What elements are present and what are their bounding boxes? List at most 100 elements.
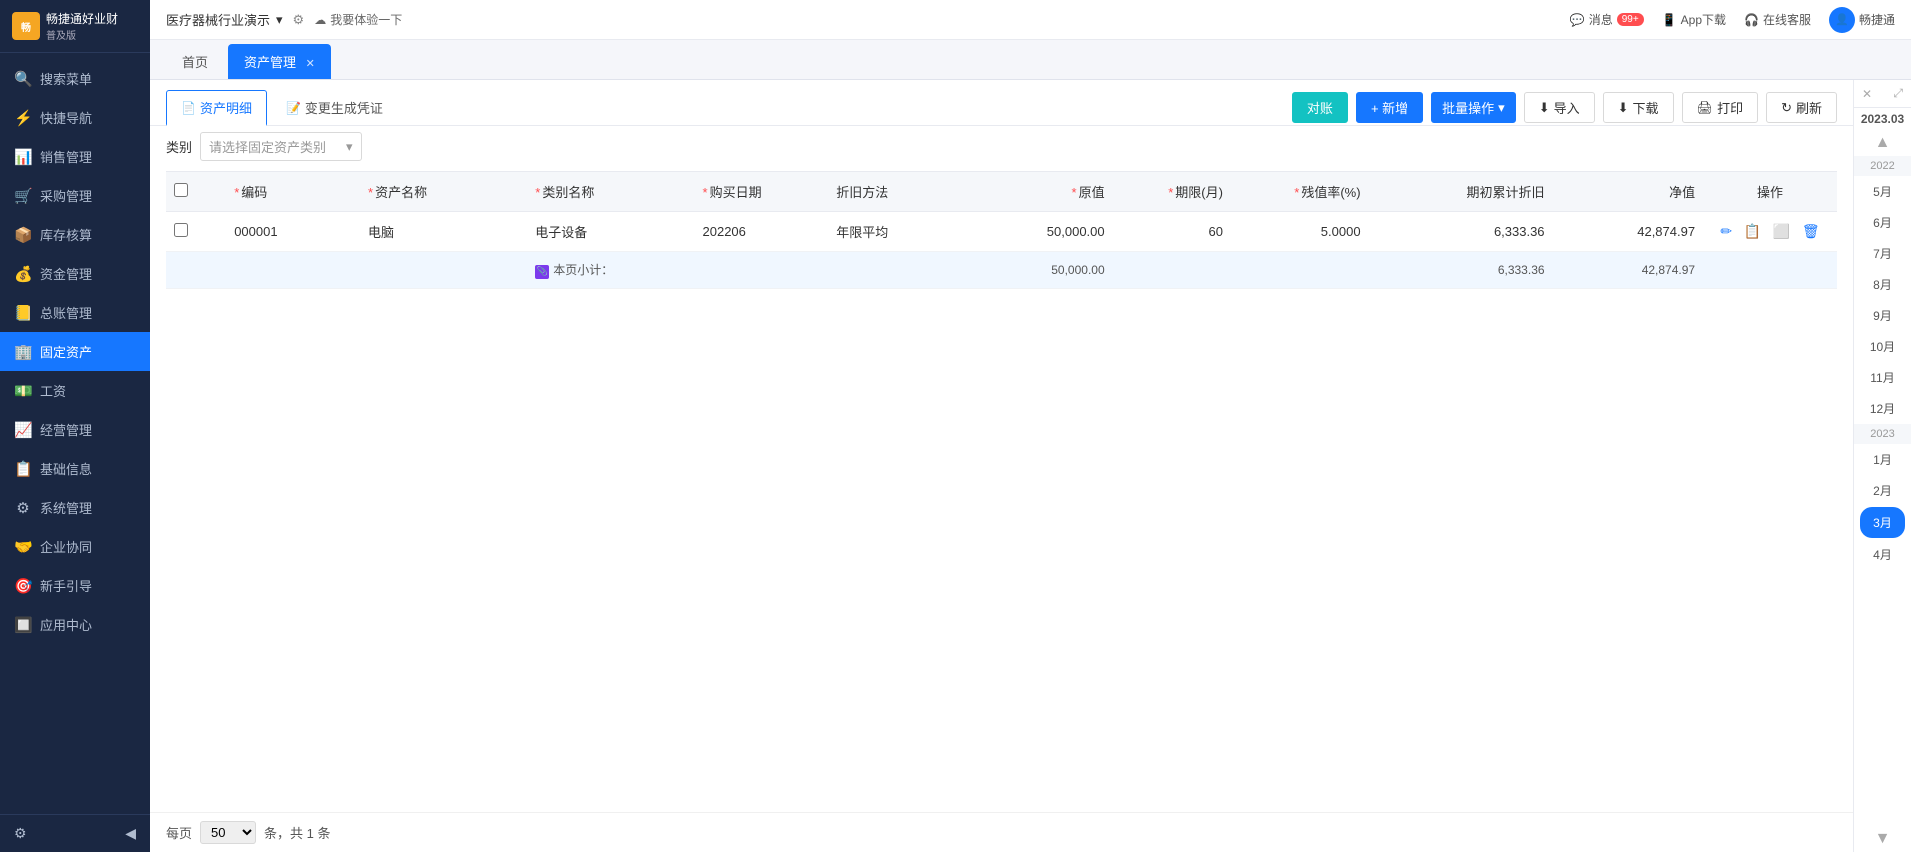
sidebar-label-inventory: 库存核算 bbox=[40, 225, 92, 244]
select-all-checkbox[interactable] bbox=[174, 183, 188, 197]
sidebar-item-enterprise[interactable]: 🤝企业协同 bbox=[0, 527, 150, 566]
sidebar-icon-ledger: 📒 bbox=[14, 304, 32, 322]
sidebar-icon-app-center: 🔲 bbox=[14, 616, 32, 634]
user-area[interactable]: 👤 畅捷通 bbox=[1829, 7, 1895, 33]
rp-month-2022-6月[interactable]: 6月 bbox=[1854, 207, 1911, 238]
company-name: 医疗器械行业演示 bbox=[166, 10, 270, 29]
message-btn[interactable]: 💬 消息 99+ bbox=[1570, 11, 1644, 28]
cell-netval-0: 42,874.97 bbox=[1553, 212, 1704, 252]
new-button[interactable]: + 新增 bbox=[1356, 92, 1423, 123]
sidebar: 畅 畅捷通好业财 普及版 🔍搜索菜单 ⚡ 快捷导航 📊销售管理🛒采购管理 📦 库存核算 💰资… bbox=[0, 0, 150, 852]
asset-table: *编码 *资产名称 *类别名称 *购买日期 折旧方法 *原值 *期限(月) *残… bbox=[166, 171, 1837, 289]
tab-asset-mgmt[interactable]: 资产管理 ✕ bbox=[228, 44, 331, 79]
subtab-asset-detail[interactable]: 📄 资产明细 bbox=[166, 90, 267, 126]
subtotal-icon: 📎 bbox=[535, 265, 549, 279]
sidebar-label-quick-nav: 快捷导航 bbox=[40, 108, 92, 127]
cell-method-0: 年限平均 bbox=[828, 212, 962, 252]
subtab-asset-detail-label: 资产明细 bbox=[200, 98, 252, 117]
sidebar-label-funds: 资金管理 bbox=[40, 264, 92, 283]
reconcile-button[interactable]: 对账 bbox=[1292, 92, 1348, 123]
rp-month-2022-10月[interactable]: 10月 bbox=[1854, 331, 1911, 362]
sidebar-icon-quick-nav: ⚡ bbox=[14, 109, 32, 127]
sidebar-item-search[interactable]: 🔍搜索菜单 bbox=[0, 59, 150, 98]
rp-month-2022-9月[interactable]: 9月 bbox=[1854, 300, 1911, 331]
th-method: 折旧方法 bbox=[828, 172, 962, 212]
rp-month-2022-5月[interactable]: 5月 bbox=[1854, 176, 1911, 207]
batch-dropdown-icon: ▾ bbox=[1498, 100, 1505, 116]
sidebar-item-basic-info[interactable]: 📋基础信息 bbox=[0, 449, 150, 488]
cell-op-0: ✏ 📋 ⬜ 🗑 bbox=[1703, 212, 1837, 252]
print-button[interactable]: 🖨 打印 bbox=[1682, 92, 1759, 123]
logo: 畅 畅捷通好业财 普及版 bbox=[0, 0, 150, 53]
rp-month-2022-8月[interactable]: 8月 bbox=[1854, 269, 1911, 300]
row-checkbox-0[interactable] bbox=[174, 223, 188, 237]
sidebar-item-sales[interactable]: 📊销售管理 bbox=[0, 137, 150, 176]
rp-month-2023-1月[interactable]: 1月 bbox=[1854, 444, 1911, 475]
sidebar-item-ledger[interactable]: 📒 总账管理 bbox=[0, 293, 150, 332]
online-service-label: 在线客服 bbox=[1763, 11, 1811, 28]
tab-close-icon[interactable]: ✕ bbox=[306, 58, 315, 70]
online-service-btn[interactable]: 🎧 在线客服 bbox=[1744, 11, 1811, 28]
per-page-select[interactable]: 50 10 20 100 bbox=[200, 821, 256, 844]
sidebar-item-app-center[interactable]: 🔲应用中心 bbox=[0, 605, 150, 644]
sidebar-item-guide[interactable]: 🎯新手引导 bbox=[0, 566, 150, 605]
sidebar-item-payroll[interactable]: 💵工资 bbox=[0, 371, 150, 410]
rp-month-2023-4月[interactable]: 4月 bbox=[1854, 539, 1911, 570]
delete-btn-0[interactable]: 🗑 bbox=[1798, 221, 1824, 242]
settings-gear-icon[interactable]: ⚙ bbox=[293, 12, 305, 28]
download-button[interactable]: ⬇ 下载 bbox=[1603, 92, 1674, 123]
sidebar-item-purchase[interactable]: 🛒采购管理 bbox=[0, 176, 150, 215]
topbar-right: 💬 消息 99+ 📱 App下载 🎧 在线客服 👤 畅捷通 bbox=[1570, 7, 1895, 33]
sidebar-item-funds[interactable]: 💰资金管理 bbox=[0, 254, 150, 293]
tab-home[interactable]: 首页 bbox=[166, 44, 224, 79]
subtab-change-voucher[interactable]: 📝 变更生成凭证 bbox=[271, 90, 398, 125]
print-icon: 🖨 bbox=[1697, 100, 1714, 116]
collapse-icon[interactable]: ◀ bbox=[125, 825, 136, 842]
sidebar-icon-inventory: 📦 bbox=[14, 226, 32, 244]
rp-scroll-down[interactable]: ▼ bbox=[1854, 826, 1911, 852]
rp-month-2023-2月[interactable]: 2月 bbox=[1854, 475, 1911, 506]
tab-home-label: 首页 bbox=[182, 55, 208, 70]
category-select[interactable]: 请选择固定资产类别 ▾ bbox=[200, 132, 362, 161]
right-panel: ✕ ⤢ 2023.03 ▲ 20225月6月7月8月9月10月11月12月202… bbox=[1853, 80, 1911, 852]
download-label: 下载 bbox=[1633, 98, 1659, 117]
batch-button[interactable]: 批量操作 ▾ bbox=[1431, 92, 1516, 123]
rp-month-2022-12月[interactable]: 12月 bbox=[1854, 393, 1911, 424]
sidebar-label-operations: 经营管理 bbox=[40, 420, 92, 439]
rp-months-list: 20225月6月7月8月9月10月11月12月20231月2月3月4月 bbox=[1854, 156, 1911, 826]
rp-month-2022-11月[interactable]: 11月 bbox=[1854, 362, 1911, 393]
message-badge: 99+ bbox=[1617, 13, 1644, 26]
rp-collapse-icon[interactable]: ✕ bbox=[1862, 87, 1872, 101]
th-date: *购买日期 bbox=[695, 172, 829, 212]
edit-btn-0[interactable]: ✏ bbox=[1716, 221, 1736, 242]
app-download-btn[interactable]: 📱 App下载 bbox=[1662, 11, 1726, 28]
refresh-button[interactable]: ↻ 刷新 bbox=[1766, 92, 1837, 123]
cell-date-0: 202206 bbox=[695, 212, 829, 252]
sidebar-label-ledger: 总账管理 bbox=[40, 303, 92, 322]
sidebar-label-basic-info: 基础信息 bbox=[40, 459, 92, 478]
sidebar-item-inventory[interactable]: 📦 库存核算 bbox=[0, 215, 150, 254]
sidebar-item-quick-nav[interactable]: ⚡ 快捷导航 bbox=[0, 98, 150, 137]
table-row: 000001 电脑 电子设备 202206 年限平均 50,000.00 60 … bbox=[166, 212, 1837, 252]
export-button[interactable]: ⬇ 导入 bbox=[1524, 92, 1595, 123]
app-download-label: App下载 bbox=[1681, 11, 1726, 28]
rp-year-2022: 2022 bbox=[1854, 156, 1911, 176]
sidebar-icon-search: 🔍 bbox=[14, 70, 32, 88]
sidebar-icon-payroll: 💵 bbox=[14, 382, 32, 400]
copy-btn-0[interactable]: 📋 bbox=[1740, 221, 1765, 242]
rp-expand-icon[interactable]: ⤢ bbox=[1893, 86, 1903, 101]
username-label: 畅捷通 bbox=[1859, 11, 1895, 28]
rp-month-2022-7月[interactable]: 7月 bbox=[1854, 238, 1911, 269]
table-body: 000001 电脑 电子设备 202206 年限平均 50,000.00 60 … bbox=[166, 212, 1837, 289]
settings-icon[interactable]: ⚙ bbox=[14, 825, 27, 842]
sidebar-item-system[interactable]: ⚙系统管理 bbox=[0, 488, 150, 527]
sidebar-item-fixed-assets[interactable]: 🏢固定资产 bbox=[0, 332, 150, 371]
rp-scroll-up[interactable]: ▲ bbox=[1854, 130, 1911, 156]
content-area: 📄 资产明细 📝 变更生成凭证 对账 + 新增 批量操作 bbox=[150, 80, 1911, 852]
rp-month-2023-3月[interactable]: 3月 bbox=[1860, 507, 1905, 538]
sidebar-item-operations[interactable]: 📈经营管理 bbox=[0, 410, 150, 449]
more-btn-0[interactable]: ⬜ bbox=[1769, 221, 1794, 242]
batch-label: 批量操作 bbox=[1442, 98, 1494, 117]
cloud-icon: ☁ bbox=[314, 13, 326, 27]
company-selector[interactable]: 医疗器械行业演示 ▾ bbox=[166, 10, 283, 29]
